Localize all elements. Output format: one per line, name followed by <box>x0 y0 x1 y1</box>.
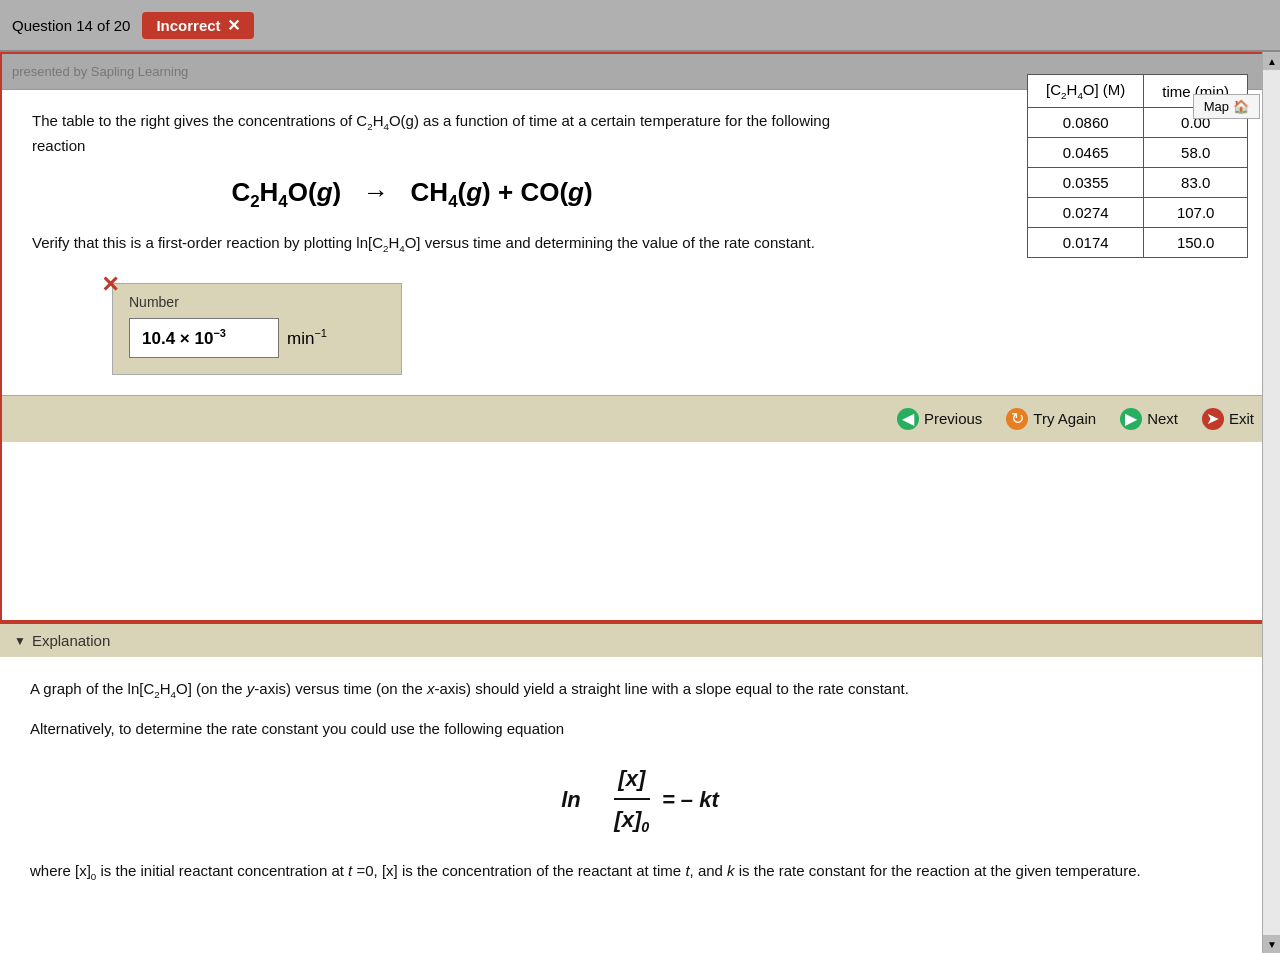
incorrect-label: Incorrect <box>156 17 220 34</box>
explanation-para1: A graph of the ln[C2H4O] (on the y-axis)… <box>30 677 1250 703</box>
answer-number-label: Number <box>129 294 385 310</box>
try-again-label: Try Again <box>1033 410 1096 427</box>
verify-text: Verify that this is a first-order reacti… <box>32 232 852 257</box>
explanation-section: ▼ Explanation A graph of the ln[C2H4O] (… <box>0 622 1280 953</box>
previous-label: Previous <box>924 410 982 427</box>
question-panel: presented by Sapling Learning Map 🏠 [C2H… <box>0 52 1280 622</box>
explanation-para2: Alternatively, to determine the rate con… <box>30 717 1250 741</box>
exit-label: Exit <box>1229 410 1254 427</box>
scroll-up[interactable]: ▲ <box>1263 52 1280 70</box>
answer-x-mark: ✕ <box>101 272 119 298</box>
explanation-header[interactable]: ▼ Explanation <box>0 624 1280 657</box>
map-label: Map <box>1204 99 1229 114</box>
explanation-body: A graph of the ln[C2H4O] (on the y-axis)… <box>0 657 1280 953</box>
exit-icon: ➤ <box>1202 408 1224 430</box>
answer-box: ✕ Number 10.4 × 10−3 min−1 <box>112 283 402 375</box>
answer-value: 10.4 × 10−3 <box>129 318 279 358</box>
question-label: Question 14 of 20 <box>12 17 130 34</box>
question-body: The table to the right gives the concent… <box>2 90 1278 395</box>
incorrect-badge: Incorrect ✕ <box>142 12 253 39</box>
explanation-para3: where [x]0 is the initial reactant conce… <box>30 859 1250 885</box>
try-again-button[interactable]: ↻ Try Again <box>998 404 1104 434</box>
previous-button[interactable]: ◀ Previous <box>889 404 990 434</box>
scroll-down[interactable]: ▼ <box>1263 935 1280 953</box>
right-scrollbar: ▲ ▼ <box>1262 52 1280 953</box>
previous-icon: ◀ <box>897 408 919 430</box>
scroll-track <box>1263 70 1280 935</box>
intro-text: The table to the right gives the concent… <box>32 110 852 157</box>
map-button[interactable]: Map 🏠 <box>1193 94 1260 119</box>
fraction-equation: ln [x] [x]0 = – kt <box>30 761 1250 839</box>
answer-unit: min−1 <box>287 327 327 349</box>
try-again-icon: ↻ <box>1006 408 1028 430</box>
explanation-label: Explanation <box>32 632 110 649</box>
main-wrapper: presented by Sapling Learning Map 🏠 [C2H… <box>0 52 1280 953</box>
map-icon: 🏠 <box>1233 99 1249 114</box>
exit-button[interactable]: ➤ Exit <box>1194 404 1262 434</box>
reaction-equation: C2H4O(g) → CH4(g) + CO(g) <box>112 177 712 212</box>
next-label: Next <box>1147 410 1178 427</box>
next-icon: ▶ <box>1120 408 1142 430</box>
top-bar: Question 14 of 20 Incorrect ✕ <box>0 0 1280 52</box>
answer-value-row: 10.4 × 10−3 min−1 <box>129 318 385 358</box>
next-button[interactable]: ▶ Next <box>1112 404 1186 434</box>
collapse-icon: ▼ <box>14 634 26 648</box>
nav-bar: ◀ Previous ↻ Try Again ▶ Next ➤ Exit <box>2 395 1278 442</box>
incorrect-x-icon: ✕ <box>227 16 240 35</box>
